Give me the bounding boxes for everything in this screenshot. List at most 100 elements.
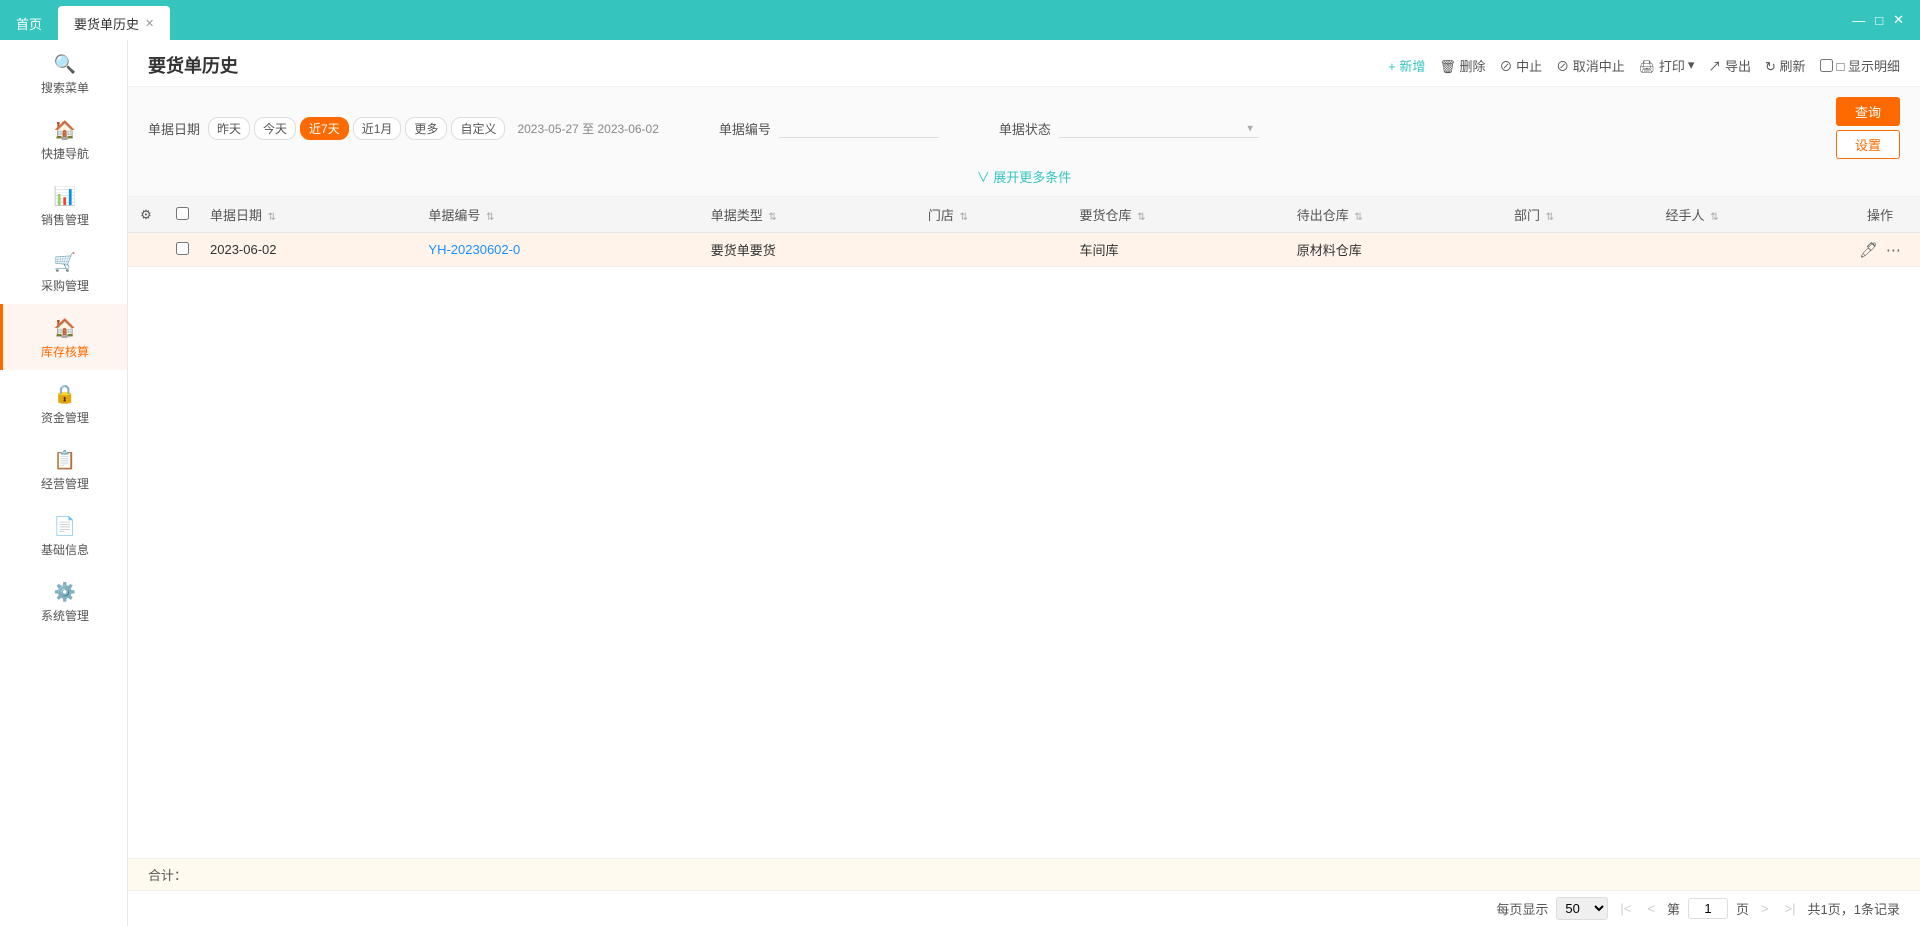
reqwarehouse-sort-icon: ⇅ [1137, 212, 1145, 223]
sidebar-item-basic[interactable]: 📄 基础信息 [0, 502, 127, 568]
date-btn-today[interactable]: 今天 [254, 117, 296, 140]
basic-icon: 📄 [54, 516, 76, 537]
sidebar-item-purchase[interactable]: 🛒 采购管理 [0, 238, 127, 304]
store-sort-icon: ⇅ [960, 212, 968, 223]
date-column-header[interactable]: 单据日期 ⇅ [200, 197, 418, 233]
row-checkbox-cell [164, 233, 200, 267]
doctype-sort-icon: ⇅ [768, 212, 776, 223]
maximize-icon[interactable]: □ [1875, 13, 1883, 28]
page-unit: 页 [1736, 899, 1749, 918]
settings-button[interactable]: 设置 [1836, 130, 1900, 159]
operations-icon: 📋 [54, 450, 76, 471]
show-detail-toggle[interactable]: □ 显示明细 [1820, 56, 1900, 75]
sidebar-item-search[interactable]: 🔍 搜索菜单 [0, 40, 127, 106]
date-buttons: 昨天 今天 近7天 近1月 更多 自定义 [208, 117, 505, 140]
prev-page-icon[interactable]: < [1643, 899, 1659, 918]
last-page-icon[interactable]: >| [1781, 899, 1800, 918]
row-pendwarehouse-cell: 原材料仓库 [1287, 233, 1504, 267]
select-all-checkbox[interactable] [176, 207, 189, 220]
sidebar-item-operations[interactable]: 📋 经营管理 [0, 436, 127, 502]
home-icon: 🏠 [54, 120, 76, 141]
gear-column-header[interactable]: ⚙ [128, 197, 164, 233]
window-controls: — □ ✕ [1852, 12, 1920, 28]
refresh-button[interactable]: ↻ 刷新 [1765, 56, 1806, 75]
doctype-column-header[interactable]: 单据类型 ⇅ [701, 197, 918, 233]
page-input[interactable] [1688, 898, 1728, 919]
print-button[interactable]: 🖨 打印 ▾ [1639, 56, 1695, 75]
date-sort-icon: ⇅ [268, 212, 276, 223]
page-header: 要货单历史 + 新增 🗑 删除 ⊘ 中止 ⊘ 取消中止 🖨 打印 ▾ [128, 40, 1920, 87]
filter-row-1: 单据日期 昨天 今天 近7天 近1月 更多 自定义 2023-05-27 至 2… [148, 97, 1900, 159]
tab-close-icon[interactable]: ✕ [145, 17, 154, 30]
sidebar-item-quicknav[interactable]: 🏠 快捷导航 [0, 106, 127, 172]
per-page-select[interactable]: 50 100 200 [1556, 897, 1608, 920]
expand-row: ∨ 展开更多条件 [148, 159, 1900, 186]
row-more-icon[interactable]: ⋯ [1886, 242, 1901, 259]
date-btn-custom[interactable]: 自定义 [451, 117, 505, 140]
row-handler-cell [1656, 233, 1840, 267]
row-edit-icon[interactable]: 🖊 [1859, 242, 1878, 259]
row-ops-cell: 🖊 ⋯ [1840, 233, 1920, 267]
tab-home[interactable]: 首页 [0, 6, 58, 40]
checkbox-column-header [164, 197, 200, 233]
tab-history[interactable]: 要货单历史 ✕ [58, 6, 170, 40]
date-range-display: 2023-05-27 至 2023-06-02 [517, 120, 658, 137]
expand-button[interactable]: ∨ 展开更多条件 [977, 167, 1072, 186]
first-page-icon[interactable]: |< [1616, 899, 1635, 918]
date-btn-yesterday[interactable]: 昨天 [208, 117, 250, 140]
data-table: ⚙ 单据日期 ⇅ 单据编号 ⇅ 单据类型 [128, 197, 1920, 267]
status-filter: 单据状态 [999, 118, 1259, 138]
status-select-wrap [1059, 118, 1259, 138]
ops-column-header: 操作 [1840, 197, 1920, 233]
docnum-filter: 单据编号 [719, 118, 939, 138]
query-button[interactable]: 查询 [1836, 97, 1900, 126]
status-select[interactable] [1059, 118, 1259, 138]
sidebar-item-inventory[interactable]: 🏠 库存核算 [0, 304, 127, 370]
sidebar-item-sales[interactable]: 📊 销售管理 [0, 172, 127, 238]
delete-button[interactable]: 🗑 删除 [1439, 56, 1485, 75]
new-button[interactable]: + 新增 [1388, 56, 1425, 75]
row-docnum-cell: YH-20230602-0 [418, 233, 700, 267]
row-gear-cell [128, 233, 164, 267]
stop-button[interactable]: ⊘ 中止 [1499, 56, 1542, 75]
minimize-icon[interactable]: — [1852, 13, 1865, 28]
row-checkbox[interactable] [176, 242, 189, 255]
handler-column-header[interactable]: 经手人 ⇅ [1656, 197, 1840, 233]
pendwarehouse-sort-icon: ⇅ [1354, 212, 1362, 223]
next-page-icon[interactable]: > [1757, 899, 1773, 918]
export-button[interactable]: ↗ 导出 [1708, 56, 1751, 75]
pendwarehouse-column-header[interactable]: 待出仓库 ⇅ [1287, 197, 1504, 233]
row-reqwarehouse-cell: 车间库 [1070, 233, 1287, 267]
content-area: 要货单历史 + 新增 🗑 删除 ⊘ 中止 ⊘ 取消中止 🖨 打印 ▾ [128, 40, 1920, 926]
cancel-stop-button[interactable]: ⊘ 取消中止 [1556, 56, 1625, 75]
purchase-icon: 🛒 [54, 252, 76, 273]
date-filter: 单据日期 昨天 今天 近7天 近1月 更多 自定义 2023-05-27 至 2… [148, 117, 659, 140]
close-icon[interactable]: ✕ [1893, 12, 1904, 28]
row-date-cell: 2023-06-02 [200, 233, 418, 267]
action-buttons-container: 查询 设置 [1836, 97, 1900, 159]
store-column-header[interactable]: 门店 ⇅ [918, 197, 1070, 233]
sidebar-item-system[interactable]: ⚙️ 系统管理 [0, 568, 127, 634]
show-detail-checkbox[interactable] [1820, 59, 1833, 72]
date-btn-7days[interactable]: 近7天 [300, 117, 349, 140]
row-store-cell [918, 233, 1070, 267]
page-label: 第 [1667, 899, 1680, 918]
handler-sort-icon: ⇅ [1710, 212, 1718, 223]
finance-icon: 🔒 [54, 384, 76, 405]
docnum-input[interactable] [779, 118, 939, 138]
date-btn-more[interactable]: 更多 [405, 117, 447, 140]
main-layout: 🔍 搜索菜单 🏠 快捷导航 📊 销售管理 🛒 采购管理 🏠 库存核算 🔒 资金管… [0, 40, 1920, 926]
docnum-column-header[interactable]: 单据编号 ⇅ [418, 197, 700, 233]
print-dropdown-icon[interactable]: ▾ [1688, 57, 1695, 73]
page-title: 要货单历史 [148, 52, 238, 78]
reqwarehouse-column-header[interactable]: 要货仓库 ⇅ [1070, 197, 1287, 233]
sidebar-item-finance[interactable]: 🔒 资金管理 [0, 370, 127, 436]
filter-area: 单据日期 昨天 今天 近7天 近1月 更多 自定义 2023-05-27 至 2… [128, 87, 1920, 197]
dept-sort-icon: ⇅ [1546, 212, 1554, 223]
dept-column-header[interactable]: 部门 ⇅ [1504, 197, 1656, 233]
row-doctype-cell: 要货单要货 [701, 233, 918, 267]
system-icon: ⚙️ [54, 582, 76, 603]
date-btn-1month[interactable]: 近1月 [353, 117, 402, 140]
table-container: ⚙ 单据日期 ⇅ 单据编号 ⇅ 单据类型 [128, 197, 1920, 858]
row-docnum-link[interactable]: YH-20230602-0 [428, 242, 520, 257]
